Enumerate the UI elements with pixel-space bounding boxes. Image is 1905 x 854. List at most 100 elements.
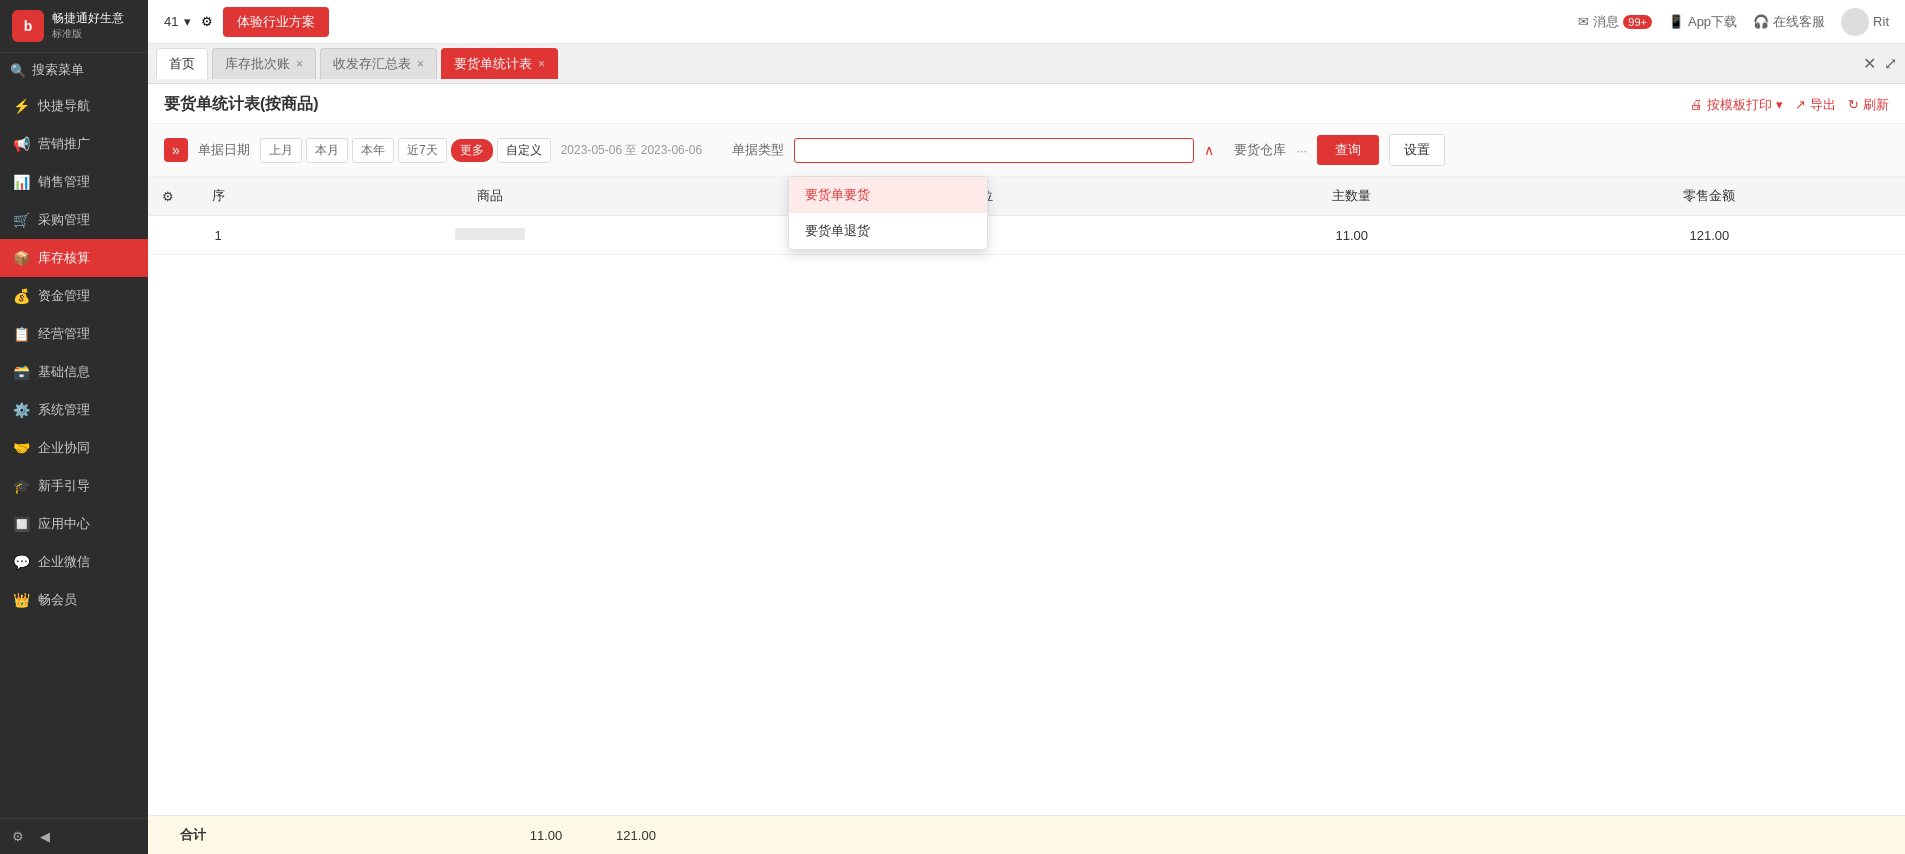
refresh-label: 刷新 (1863, 96, 1889, 114)
settings-icon[interactable]: ⚙ (12, 829, 24, 844)
this-month-btn[interactable]: 本月 (306, 138, 348, 163)
dropdown-option-1[interactable]: 要货单退货 (789, 213, 987, 249)
tab-inventory-batch-close[interactable]: × (296, 57, 303, 71)
tab-inventory-batch[interactable]: 库存批次账 × (212, 48, 316, 79)
last-7-days-btn[interactable]: 近7天 (398, 138, 447, 163)
sidebar-item-label-inventory: 库存核算 (38, 249, 90, 267)
sidebar-logo: b 畅捷通好生意 标准版 (0, 0, 148, 53)
sidebar-item-label-member: 畅会员 (38, 591, 77, 609)
tab-requisition-stats[interactable]: 要货单统计表 × (441, 48, 558, 79)
tab-receivable-close[interactable]: × (417, 57, 424, 71)
sidebar-item-finance[interactable]: 💰 资金管理 (0, 277, 148, 315)
sidebar-item-member[interactable]: 👑畅会员 (0, 581, 148, 619)
type-input[interactable] (794, 138, 1194, 163)
trial-button[interactable]: 体验行业方案 (223, 7, 329, 37)
sidebar-item-operation[interactable]: 📋 经营管理 (0, 315, 148, 353)
tab-expand-btn[interactable]: ⤢ (1884, 54, 1897, 73)
table-area: ⚙ 序 商品 主计量单位 主数量 零售金额 1 (148, 177, 1905, 815)
settings-btn[interactable]: 设置 (1389, 134, 1445, 166)
table-row: 1 块 11.00 121.00 (148, 216, 1905, 255)
col-amount: 零售金额 (1514, 177, 1905, 216)
row-product-cell (248, 216, 732, 255)
msg-badge: 99+ (1623, 15, 1652, 29)
sidebar-item-enterprise[interactable]: 🤝企业协同 (0, 429, 148, 467)
settings-gear-icon[interactable]: ⚙ (201, 14, 213, 29)
type-dropdown-arrow[interactable]: ∧ (1204, 142, 1214, 158)
date-buttons: 上月 本月 本年 近7天 更多 自定义 (260, 138, 551, 163)
tab-right-actions: ✕ ⤢ (1863, 54, 1897, 73)
sidebar-item-marketing[interactable]: 📢营销推广 (0, 125, 148, 163)
more-dates-btn[interactable]: 更多 (451, 139, 493, 162)
finance-icon: 💰 (12, 287, 30, 305)
warehouse-label: 要货仓库 (1234, 141, 1286, 159)
store-dropdown-icon: ▾ (184, 14, 191, 29)
tab-requisition-stats-close[interactable]: × (538, 57, 545, 71)
collapse-icon[interactable]: ◀ (40, 829, 50, 844)
tab-home[interactable]: 首页 (156, 48, 208, 79)
col-product: 商品 (248, 177, 732, 216)
sidebar-item-label-operation: 经营管理 (38, 325, 90, 343)
app-download-btn[interactable]: 📱 App下载 (1668, 13, 1737, 31)
sidebar-item-system[interactable]: ⚙️系统管理 (0, 391, 148, 429)
print-dropdown-icon: ▾ (1776, 97, 1783, 112)
tab-close-all-btn[interactable]: ✕ (1863, 54, 1876, 73)
filter-toggle-btn[interactable]: » (164, 138, 188, 162)
operation-icon: 📋 (12, 325, 30, 343)
sidebar-item-basic[interactable]: 🗃️基础信息 (0, 353, 148, 391)
data-table: ⚙ 序 商品 主计量单位 主数量 零售金额 1 (148, 177, 1905, 255)
main-area: 41 ▾ ⚙ 体验行业方案 ✉ 消息 99+ 📱 App下载 🎧 在线客服 R (148, 0, 1905, 854)
sidebar-item-appstore[interactable]: 🔲应用中心 (0, 505, 148, 543)
export-icon: ↗ (1795, 97, 1806, 112)
phone-icon: 📱 (1668, 14, 1684, 29)
query-btn[interactable]: 查询 (1317, 135, 1379, 165)
sidebar-item-label-enterprise: 企业协同 (38, 439, 90, 457)
header-right: ✉ 消息 99+ 📱 App下载 🎧 在线客服 Rit (1578, 8, 1889, 36)
sidebar-item-quick-nav[interactable]: ⚡快捷导航 (0, 87, 148, 125)
sidebar-search[interactable]: 🔍 搜索菜单 (0, 53, 148, 87)
tab-bar: 首页 库存批次账 × 收发存汇总表 × 要货单统计表 × ✕ ⤢ (148, 44, 1905, 84)
sidebar-item-purchase[interactable]: 🛒采购管理 (0, 201, 148, 239)
print-btn[interactable]: 🖨 按模板打印 ▾ (1690, 96, 1783, 114)
search-label: 搜索菜单 (32, 61, 84, 79)
custom-date-btn[interactable]: 自定义 (497, 138, 551, 163)
tab-receivable-label: 收发存汇总表 (333, 55, 411, 73)
this-year-btn[interactable]: 本年 (352, 138, 394, 163)
col-num: 序 (188, 177, 248, 216)
date-range: 2023-05-06 至 2023-06-06 (561, 142, 702, 159)
sidebar-bottom: ⚙ ◀ (0, 818, 148, 854)
avatar (1841, 8, 1869, 36)
headset-icon: 🎧 (1753, 14, 1769, 29)
sidebar-item-inventory[interactable]: 📦库存核算 (0, 239, 148, 277)
last-month-btn[interactable]: 上月 (260, 138, 302, 163)
refresh-btn[interactable]: ↻ 刷新 (1848, 96, 1889, 114)
online-service-btn[interactable]: 🎧 在线客服 (1753, 13, 1825, 31)
warehouse-ellipsis[interactable]: ··· (1296, 143, 1307, 158)
store-selector[interactable]: 41 ▾ (164, 14, 191, 29)
search-icon: 🔍 (10, 63, 26, 78)
logo-sub: 标准版 (52, 27, 124, 41)
user-avatar-btn[interactable]: Rit (1841, 8, 1889, 36)
tab-receivable[interactable]: 收发存汇总表 × (320, 48, 437, 79)
table-body: 1 块 11.00 121.00 (148, 216, 1905, 255)
export-btn[interactable]: ↗ 导出 (1795, 96, 1836, 114)
sidebar-nav: ⚡快捷导航📢营销推广📊销售管理🛒采购管理📦库存核算 💰 资金管理 📋 经营管理 🗃️基础信… (0, 87, 148, 818)
sidebar-item-guide[interactable]: 🎓新手引导 (0, 467, 148, 505)
header-left: 41 ▾ ⚙ 体验行业方案 (164, 7, 329, 37)
dropdown-option-0[interactable]: 要货单要货 (789, 177, 987, 213)
message-icon: ✉ (1578, 14, 1589, 29)
filter-bar: » 单据日期 上月 本月 本年 近7天 更多 自定义 2023-05-06 至 … (148, 124, 1905, 177)
col-settings[interactable]: ⚙ (148, 177, 188, 216)
page-actions: 🖨 按模板打印 ▾ ↗ 导出 ↻ 刷新 (1690, 96, 1889, 114)
sidebar-item-label-finance: 资金管理 (38, 287, 90, 305)
sidebar-item-wechat[interactable]: 💬企业微信 (0, 543, 148, 581)
sidebar-item-sales[interactable]: 📊销售管理 (0, 163, 148, 201)
logo-icon: b (12, 10, 44, 42)
date-label: 单据日期 (198, 141, 250, 159)
top-header: 41 ▾ ⚙ 体验行业方案 ✉ 消息 99+ 📱 App下载 🎧 在线客服 R (148, 0, 1905, 44)
row-settings-cell (148, 216, 188, 255)
store-num: 41 (164, 14, 178, 29)
sidebar-item-label-marketing: 营销推广 (38, 135, 90, 153)
page-content: 要货单统计表(按商品) 🖨 按模板打印 ▾ ↗ 导出 ↻ 刷新 » (148, 84, 1905, 854)
sidebar-item-label-wechat: 企业微信 (38, 553, 90, 571)
messages-btn[interactable]: ✉ 消息 99+ (1578, 13, 1652, 31)
